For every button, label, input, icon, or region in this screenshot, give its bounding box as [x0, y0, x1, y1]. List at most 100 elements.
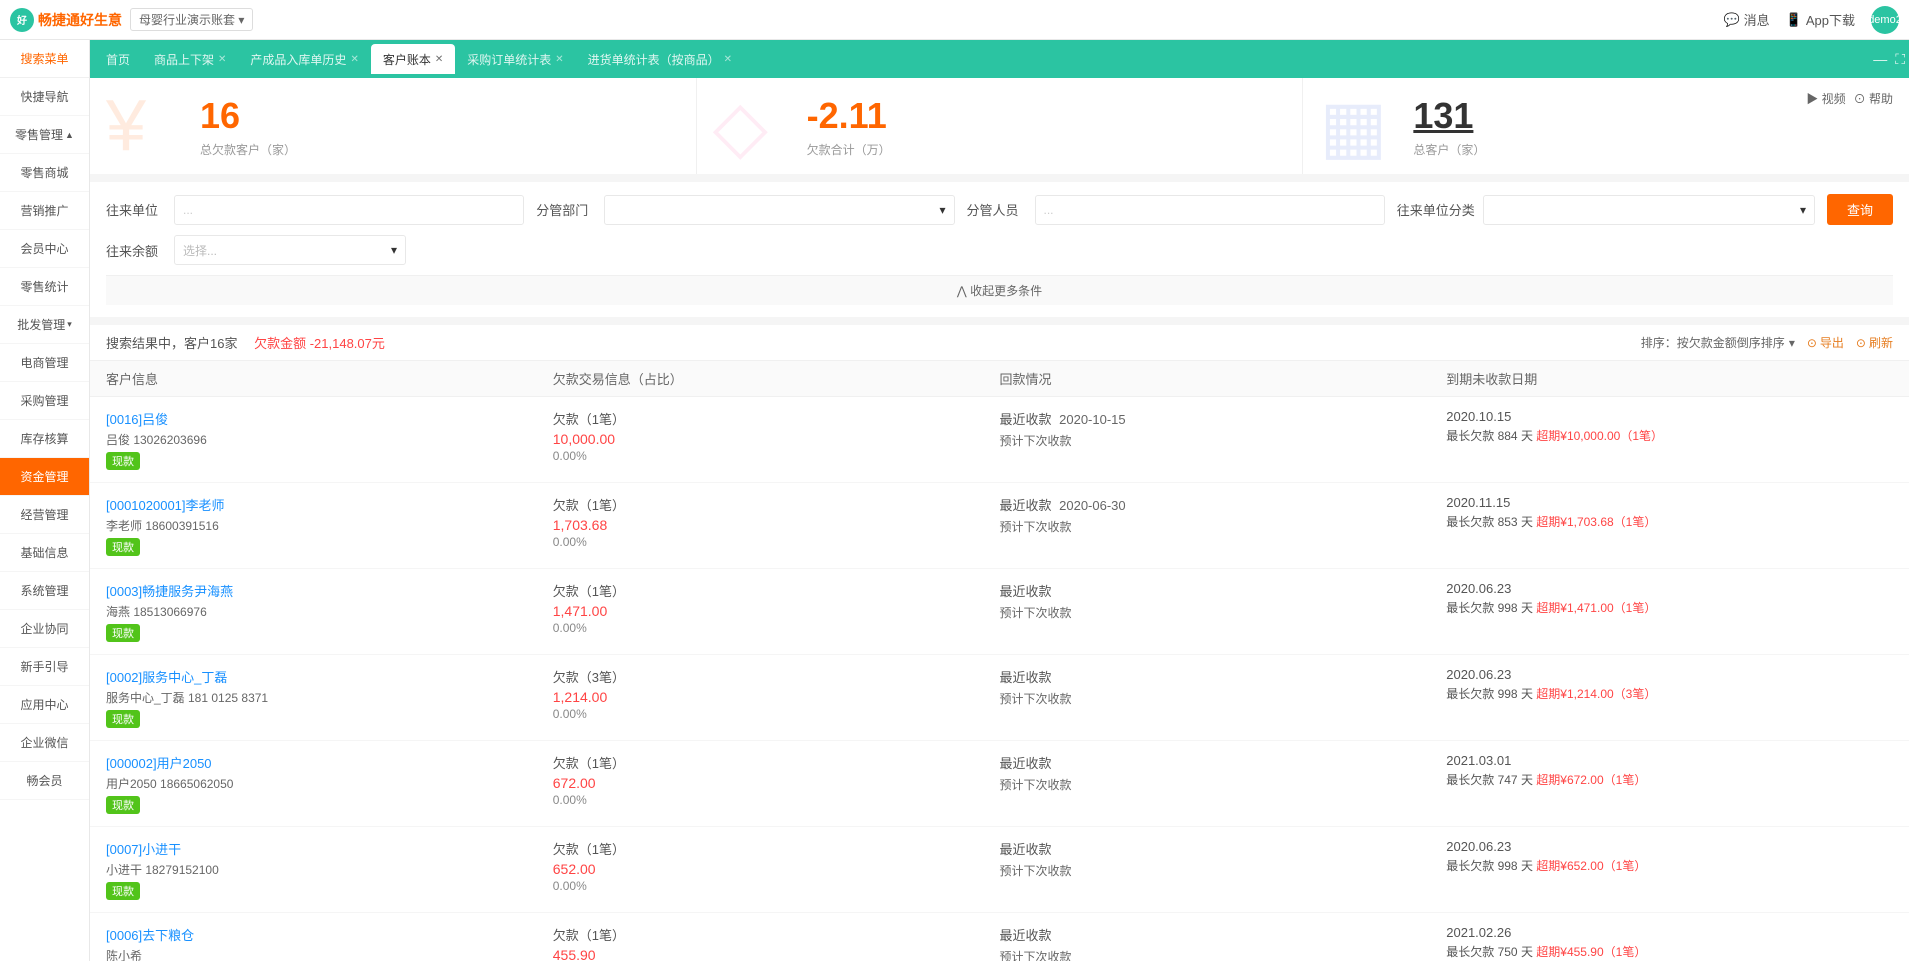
customer-info-5: [000002]用户2050 用户2050 18665062050 现款	[106, 753, 553, 814]
tab-product-listing-label: 商品上下架	[154, 51, 214, 68]
table-row: [0006]去下粮仓 陈小希 现款 欠款（1笔） 455.90 0.00% 最近…	[90, 913, 1909, 961]
customer-name-link-7[interactable]: [0006]去下粮仓	[106, 928, 194, 943]
debt-percent-3: 0.00%	[553, 621, 1000, 635]
from-unit-input[interactable]: ...	[174, 195, 524, 225]
help-btn[interactable]: ⊙ 帮助	[1854, 90, 1893, 107]
filter-unit-category: 往来单位分类 ▾	[1397, 195, 1815, 225]
refresh-btn[interactable]: ⊙ 刷新	[1856, 334, 1893, 351]
debt-percent-5: 0.00%	[553, 793, 1000, 807]
return-status-2: 最近收款 2020-06-30	[1000, 495, 1447, 514]
dept-arrow: ▾	[939, 203, 945, 217]
from-unit-dots: ...	[183, 203, 193, 217]
stat-info-3: 131 总客户（家）	[1413, 94, 1485, 158]
sidebar-item-retail-mgmt[interactable]: 零售管理 ▲	[0, 116, 89, 154]
debt-info-7: 欠款（1笔） 455.90 0.00%	[553, 925, 1000, 961]
return-next-6: 预计下次收款	[1000, 862, 1447, 879]
help-label: 帮助	[1869, 92, 1893, 106]
sidebar-item-system[interactable]: 系统管理	[0, 572, 89, 610]
debt-info-5: 欠款（1笔） 672.00 0.00%	[553, 753, 1000, 807]
sidebar-item-new-guide[interactable]: 新手引导	[0, 648, 89, 686]
manager-label: 分管人员	[967, 200, 1027, 219]
overdue-link-7[interactable]: 超期¥455.90（1笔）	[1536, 945, 1646, 959]
customer-name-link-6[interactable]: [0007]小进干	[106, 842, 181, 857]
app-download-btn[interactable]: 📱 App下载	[1786, 10, 1855, 29]
sidebar-item-operation[interactable]: 经营管理	[0, 496, 89, 534]
sidebar-item-basic-info[interactable]: 基础信息	[0, 534, 89, 572]
sidebar-item-enterprise-collab[interactable]: 企业协同	[0, 610, 89, 648]
return-next-7: 预计下次收款	[1000, 948, 1447, 961]
sidebar-item-quick-nav[interactable]: 快捷导航	[0, 78, 89, 116]
tab-close-icon-5[interactable]: ✕	[724, 54, 732, 65]
sidebar-item-app-center[interactable]: 应用中心	[0, 686, 89, 724]
balance-select[interactable]: 选择... ▾	[174, 235, 406, 265]
sidebar-item-inventory[interactable]: 库存核算	[0, 420, 89, 458]
customer-name-link-1[interactable]: [0016]吕俊	[106, 412, 168, 427]
sort-select[interactable]: 排序：按欠款金额倒序排序 ▾	[1641, 334, 1795, 351]
sidebar-item-wholesale-mgmt[interactable]: 批发管理 ▾	[0, 306, 89, 344]
stats-row: ¥ 16 总欠款客户（家） ◇ -2.11 欠款合计（万）	[90, 78, 1909, 174]
balance-label: 往来余额	[106, 241, 166, 260]
sidebar-item-marketing[interactable]: 营销推广	[0, 192, 89, 230]
overdue-link-1[interactable]: 超期¥10,000.00（1笔）	[1536, 429, 1663, 443]
minimize-icon[interactable]: —	[1873, 51, 1887, 68]
tab-close-icon[interactable]: ✕	[218, 54, 226, 65]
collapse-more-btn[interactable]: ⋀ 收起更多条件	[106, 275, 1893, 305]
sidebar-item-enterprise-wechat[interactable]: 企业微信	[0, 724, 89, 762]
customer-name-link-3[interactable]: [0003]畅捷服务尹海燕	[106, 584, 233, 599]
page-content: ¥ 16 总欠款客户（家） ◇ -2.11 欠款合计（万）	[90, 78, 1909, 961]
manager-input[interactable]: ...	[1035, 195, 1385, 225]
tab-close-icon-3[interactable]: ✕	[435, 54, 443, 65]
tab-inbound-stats[interactable]: 进货单统计表（按商品） ✕	[576, 44, 744, 74]
customer-phone-3: 海燕 18513066976	[106, 603, 553, 620]
unit-category-select[interactable]: ▾	[1483, 195, 1815, 225]
overdue-link-2[interactable]: 超期¥1,703.68（1笔）	[1536, 515, 1656, 529]
overdue-link-6[interactable]: 超期¥652.00（1笔）	[1536, 859, 1646, 873]
sidebar-label-wholesale: 批发管理	[17, 316, 65, 333]
sidebar-search[interactable]: 搜索菜单	[0, 40, 89, 78]
sidebar-item-member[interactable]: 会员中心	[0, 230, 89, 268]
due-overdue-4: 最长欠款 998 天 超期¥1,214.00（3笔）	[1446, 685, 1893, 702]
tab-bar: 首页 商品上下架 ✕ 产成品入库单历史 ✕ 客户账本 ✕ 采购订单统计表 ✕	[90, 40, 1909, 78]
unit-category-label: 往来单位分类	[1397, 200, 1475, 219]
tab-product-history[interactable]: 产成品入库单历史 ✕	[238, 44, 370, 74]
maximize-icon[interactable]: ⛶	[1895, 51, 1905, 68]
stat-label-total-customers: 总客户（家）	[1413, 141, 1485, 158]
user-btn[interactable]: demo2	[1871, 6, 1899, 34]
due-info-3: 2020.06.23 最长欠款 998 天 超期¥1,471.00（1笔）	[1446, 581, 1893, 616]
tab-customer-account[interactable]: 客户账本 ✕	[371, 44, 455, 74]
overdue-link-5[interactable]: 超期¥672.00（1笔）	[1536, 773, 1646, 787]
return-info-2: 最近收款 2020-06-30 预计下次收款	[1000, 495, 1447, 535]
search-button[interactable]: 查询	[1827, 194, 1893, 225]
sidebar-item-purchase[interactable]: 采购管理	[0, 382, 89, 420]
tab-close-icon-2[interactable]: ✕	[350, 54, 358, 65]
sidebar-item-finance[interactable]: 资金管理	[0, 458, 89, 496]
tab-purchase-order-stats[interactable]: 采购订单统计表 ✕	[455, 44, 575, 74]
overdue-link-4[interactable]: 超期¥1,214.00（3笔）	[1536, 687, 1656, 701]
message-btn[interactable]: 💬 消息	[1723, 10, 1769, 29]
tab-home-label: 首页	[106, 51, 130, 68]
col-header-due: 到期未收款日期	[1446, 369, 1893, 388]
tab-home[interactable]: 首页	[94, 44, 142, 74]
app-container: 好 畅捷通好生意 母婴行业演示账套 ▾ 💬 消息 📱 App下载 demo2	[0, 0, 1909, 961]
filter-balance: 往来余额 选择... ▾	[106, 235, 406, 265]
tab-close-icon-4[interactable]: ✕	[555, 54, 563, 65]
customer-name-link-5[interactable]: [000002]用户2050	[106, 756, 212, 771]
sidebar-item-retail-stats[interactable]: 零售统计	[0, 268, 89, 306]
due-info-4: 2020.06.23 最长欠款 998 天 超期¥1,214.00（3笔）	[1446, 667, 1893, 702]
video-btn[interactable]: ▶ 视频	[1806, 90, 1845, 107]
customer-tag-1: 现款	[106, 452, 140, 470]
dept-select[interactable]: ▾	[604, 195, 954, 225]
overdue-link-3[interactable]: 超期¥1,471.00（1笔）	[1536, 601, 1656, 615]
sidebar-item-ecommerce[interactable]: 电商管理	[0, 344, 89, 382]
sidebar-item-retail-mall[interactable]: 零售商城	[0, 154, 89, 192]
due-date-4: 2020.06.23	[1446, 667, 1893, 682]
balance-arrow: ▾	[391, 243, 397, 257]
sidebar-item-vip[interactable]: 畅会员	[0, 762, 89, 800]
customer-name-link-4[interactable]: [0002]服务中心_丁磊	[106, 670, 227, 685]
customer-name-link-2[interactable]: [0001020001]李老师	[106, 498, 225, 513]
industry-select[interactable]: 母婴行业演示账套 ▾	[130, 8, 253, 31]
manager-dots: ...	[1044, 203, 1054, 217]
tab-product-listing[interactable]: 商品上下架 ✕	[142, 44, 238, 74]
export-btn[interactable]: ⊙ 导出	[1807, 334, 1844, 351]
avatar: demo2	[1871, 6, 1899, 34]
